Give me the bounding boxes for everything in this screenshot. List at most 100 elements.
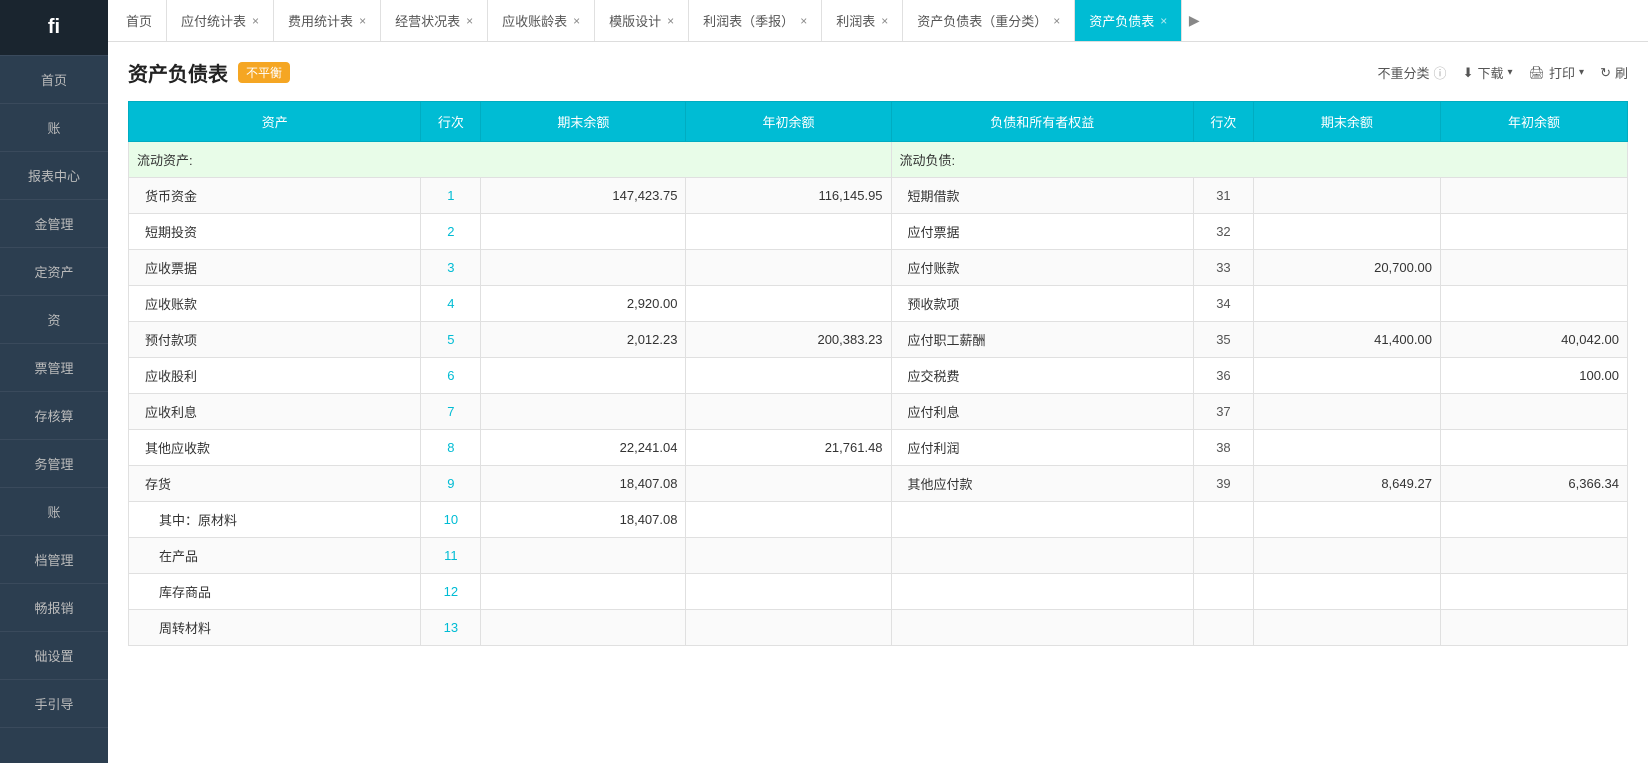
refresh-icon: ↻ — [1600, 65, 1611, 81]
table-row[interactable]: 其中：原材料 10 18,407.08 — [129, 502, 1628, 538]
line-number1: 12 — [421, 574, 481, 610]
print-icon: 🖨 — [1529, 65, 1546, 81]
liability-label: 应付票据 — [891, 214, 1193, 250]
tab-close-balance[interactable]: × — [1160, 14, 1167, 28]
year-start2 — [1440, 250, 1627, 286]
table-row[interactable]: 其他应收款 8 22,241.04 21,761.48 应付利润 38 — [129, 430, 1628, 466]
header-actions: 不重分类 ⓘ ⬇ 下载 ▾ 🖨 打印 ▾ ↻ 刷 — [1378, 63, 1628, 82]
tab-home[interactable]: 首页 — [112, 0, 167, 42]
tab-close-operation-status[interactable]: × — [466, 14, 473, 28]
table-row[interactable]: 周转材料 13 — [129, 610, 1628, 646]
sidebar-item-guide[interactable]: 手引导 — [0, 680, 108, 728]
table-row[interactable]: 货币资金 1 147,423.75 116,145.95 短期借款 31 — [129, 178, 1628, 214]
table-row[interactable]: 预付款项 5 2,012.23 200,383.23 应付职工薪酬 35 41,… — [129, 322, 1628, 358]
tab-scroll-right[interactable]: ▶ — [1182, 0, 1206, 42]
tab-operation-status[interactable]: 经营状况表 × — [381, 0, 488, 42]
asset-label: 其他应收款 — [129, 430, 421, 466]
end-balance1 — [481, 214, 686, 250]
line-number1: 5 — [421, 322, 481, 358]
table-row[interactable]: 应收利息 7 应付利息 37 — [129, 394, 1628, 430]
table-row[interactable]: 应收账款 4 2,920.00 预收款项 34 — [129, 286, 1628, 322]
tab-receivable-aging[interactable]: 应收账龄表 × — [488, 0, 595, 42]
sidebar-item-invoice-mgmt[interactable]: 票管理 — [0, 344, 108, 392]
tab-balance-reclassified[interactable]: 资产负债表（重分类） × — [903, 0, 1075, 42]
download-button[interactable]: ⬇ 下载 ▾ — [1463, 63, 1513, 82]
end-balance2: 8,649.27 — [1253, 466, 1440, 502]
end-balance2 — [1253, 394, 1440, 430]
sidebar-item-fixed-assets[interactable]: 定资产 — [0, 248, 108, 296]
tab-bar: 首页 应付统计表 × 费用统计表 × 经营状况表 × 应收账龄表 × 模版设计 … — [108, 0, 1648, 42]
page-header: 资产负债表 不平衡 不重分类 ⓘ ⬇ 下载 ▾ 🖨 打印 ▾ — [128, 58, 1628, 87]
sidebar-item-expense-report[interactable]: 畅报销 — [0, 584, 108, 632]
end-balance1 — [481, 394, 686, 430]
year-start2: 100.00 — [1440, 358, 1627, 394]
col-line2: 行次 — [1193, 102, 1253, 142]
line-number2: 32 — [1193, 214, 1253, 250]
end-balance1 — [481, 610, 686, 646]
sidebar-item-cash-mgmt[interactable]: 金管理 — [0, 200, 108, 248]
end-balance2 — [1253, 574, 1440, 610]
table-row[interactable]: 应收股利 6 应交税费 36 100.00 — [129, 358, 1628, 394]
line-number1: 4 — [421, 286, 481, 322]
table-row[interactable]: 应收票据 3 应付账款 33 20,700.00 — [129, 250, 1628, 286]
tab-close-income[interactable]: × — [881, 14, 888, 28]
print-button[interactable]: 🖨 打印 ▾ — [1529, 63, 1585, 82]
refresh-button[interactable]: ↻ 刷 — [1600, 63, 1628, 82]
liability-label: 应付利息 — [891, 394, 1193, 430]
year-start2 — [1440, 178, 1627, 214]
line-number2: 35 — [1193, 322, 1253, 358]
sidebar-item-inventory[interactable]: 存核算 — [0, 392, 108, 440]
liability-label — [891, 610, 1193, 646]
year-start2 — [1440, 430, 1627, 466]
section-current-assets: 流动资产: 流动负债: — [129, 142, 1628, 178]
line-number1: 3 — [421, 250, 481, 286]
line-number1: 8 — [421, 430, 481, 466]
sidebar-item-expense-mgmt[interactable]: 务管理 — [0, 440, 108, 488]
table-row[interactable]: 在产品 11 — [129, 538, 1628, 574]
tab-close-income-quarterly[interactable]: × — [800, 14, 807, 28]
sidebar-item-report-center[interactable]: 报表中心 — [0, 152, 108, 200]
tab-expense-stats[interactable]: 费用统计表 × — [274, 0, 381, 42]
table-row[interactable]: 库存商品 12 — [129, 574, 1628, 610]
tab-close-balance-reclassified[interactable]: × — [1053, 14, 1060, 28]
table-row[interactable]: 存货 9 18,407.08 其他应付款 39 8,649.27 6,366.3… — [129, 466, 1628, 502]
tab-income-quarterly[interactable]: 利润表（季报） × — [689, 0, 822, 42]
line-number2 — [1193, 574, 1253, 610]
sidebar-item-ledger[interactable]: 账 — [0, 104, 108, 152]
sidebar-item-archive[interactable]: 档管理 — [0, 536, 108, 584]
tab-income[interactable]: 利润表 × — [822, 0, 903, 42]
tab-close-template-design[interactable]: × — [667, 14, 674, 28]
liability-label — [891, 574, 1193, 610]
end-balance2: 20,700.00 — [1253, 250, 1440, 286]
col-year-start2: 年初余额 — [1440, 102, 1627, 142]
unbalanced-badge: 不平衡 — [238, 62, 290, 83]
help-icon[interactable]: ⓘ — [1434, 63, 1447, 82]
tab-close-expense-stats[interactable]: × — [359, 14, 366, 28]
sidebar-item-basic-settings[interactable]: 础设置 — [0, 632, 108, 680]
table-header-row: 资产 行次 期末余额 年初余额 负债和所有者权益 行次 期末余额 年初余额 — [129, 102, 1628, 142]
line-number2: 37 — [1193, 394, 1253, 430]
year-start1 — [686, 394, 891, 430]
page-title: 资产负债表 — [128, 58, 228, 87]
liability-label: 应付账款 — [891, 250, 1193, 286]
sidebar-item-home[interactable]: 首页 — [0, 56, 108, 104]
sidebar-item-capital[interactable]: 资 — [0, 296, 108, 344]
table-row[interactable]: 短期投资 2 应付票据 32 — [129, 214, 1628, 250]
tab-close-payable-stats[interactable]: × — [252, 14, 259, 28]
line-number1: 1 — [421, 178, 481, 214]
liability-label: 应付利润 — [891, 430, 1193, 466]
non-classify-option[interactable]: 不重分类 ⓘ — [1378, 63, 1447, 82]
asset-label: 库存商品 — [129, 574, 421, 610]
tab-balance[interactable]: 资产负债表 × — [1075, 0, 1182, 42]
tab-close-receivable-aging[interactable]: × — [573, 14, 580, 28]
year-start1 — [686, 610, 891, 646]
tab-payable-stats[interactable]: 应付统计表 × — [167, 0, 274, 42]
end-balance2 — [1253, 358, 1440, 394]
tab-template-design[interactable]: 模版设计 × — [595, 0, 689, 42]
year-start2 — [1440, 610, 1627, 646]
asset-label: 预付款项 — [129, 322, 421, 358]
sidebar-item-account[interactable]: 账 — [0, 488, 108, 536]
asset-label: 在产品 — [129, 538, 421, 574]
end-balance1: 147,423.75 — [481, 178, 686, 214]
end-balance2: 41,400.00 — [1253, 322, 1440, 358]
